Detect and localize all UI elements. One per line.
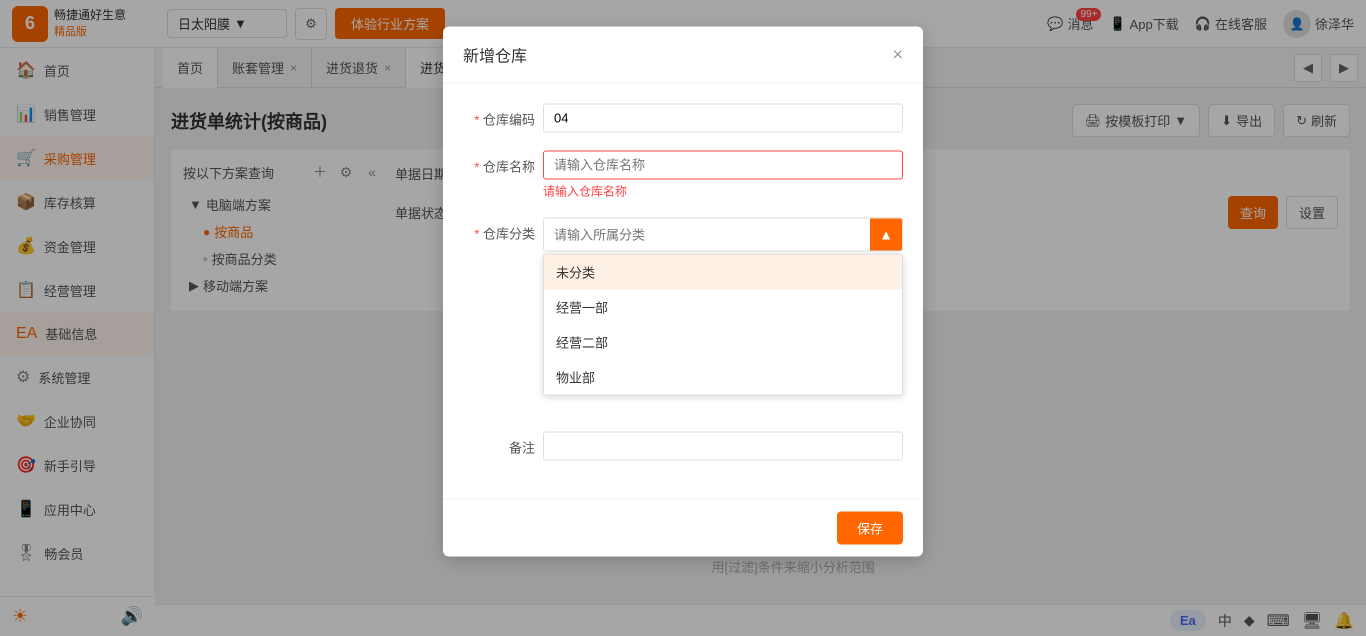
dropdown-item-2[interactable]: 经营二部 bbox=[544, 325, 902, 360]
warehouse-code-control bbox=[543, 104, 903, 133]
notes-control bbox=[543, 432, 903, 461]
warehouse-name-row: * 仓库名称 请输入仓库名称 bbox=[463, 151, 903, 200]
required-star-1: * bbox=[474, 113, 479, 128]
category-dropdown-button[interactable]: ▲ bbox=[870, 219, 902, 251]
notes-label: 备注 bbox=[463, 432, 543, 457]
notes-row: 备注 bbox=[463, 432, 903, 461]
dropdown-item-0[interactable]: 未分类 bbox=[544, 255, 902, 290]
warehouse-name-error: 请输入仓库名称 bbox=[543, 183, 903, 200]
warehouse-name-label: * 仓库名称 bbox=[463, 151, 543, 176]
modal-body: * 仓库编码 * 仓库名称 请输入仓库名称 * 仓库分类 bbox=[443, 84, 923, 499]
warehouse-category-control: ▲ 未分类 经营一部 经营二部 物业部 bbox=[543, 218, 903, 252]
warehouse-category-label: * 仓库分类 bbox=[463, 218, 543, 243]
modal-header: 新增仓库 × bbox=[443, 27, 923, 84]
dropdown-item-1[interactable]: 经营一部 bbox=[544, 290, 902, 325]
warehouse-name-control: 请输入仓库名称 bbox=[543, 151, 903, 200]
warehouse-code-input[interactable] bbox=[543, 104, 903, 133]
warehouse-category-row: * 仓库分类 ▲ 未分类 经营一部 经营二部 物业部 bbox=[463, 218, 903, 252]
modal-close-button[interactable]: × bbox=[892, 44, 903, 65]
warehouse-code-label: * 仓库编码 bbox=[463, 104, 543, 129]
dropdown-item-3[interactable]: 物业部 bbox=[544, 360, 902, 395]
notes-input[interactable] bbox=[543, 432, 903, 461]
required-star-2: * bbox=[474, 160, 479, 175]
warehouse-category-input-wrap: ▲ bbox=[543, 218, 903, 252]
modal-title: 新增仓库 bbox=[463, 43, 527, 67]
warehouse-code-row: * 仓库编码 bbox=[463, 104, 903, 133]
new-warehouse-modal: 新增仓库 × * 仓库编码 * 仓库名称 请输入仓库名称 bbox=[443, 27, 923, 557]
category-dropdown-list: 未分类 经营一部 经营二部 物业部 bbox=[543, 254, 903, 396]
warehouse-category-input[interactable] bbox=[544, 221, 870, 248]
modal-save-button[interactable]: 保存 bbox=[837, 512, 903, 545]
warehouse-name-input[interactable] bbox=[543, 151, 903, 180]
modal-footer: 保存 bbox=[443, 499, 923, 557]
required-star-3: * bbox=[474, 227, 479, 242]
